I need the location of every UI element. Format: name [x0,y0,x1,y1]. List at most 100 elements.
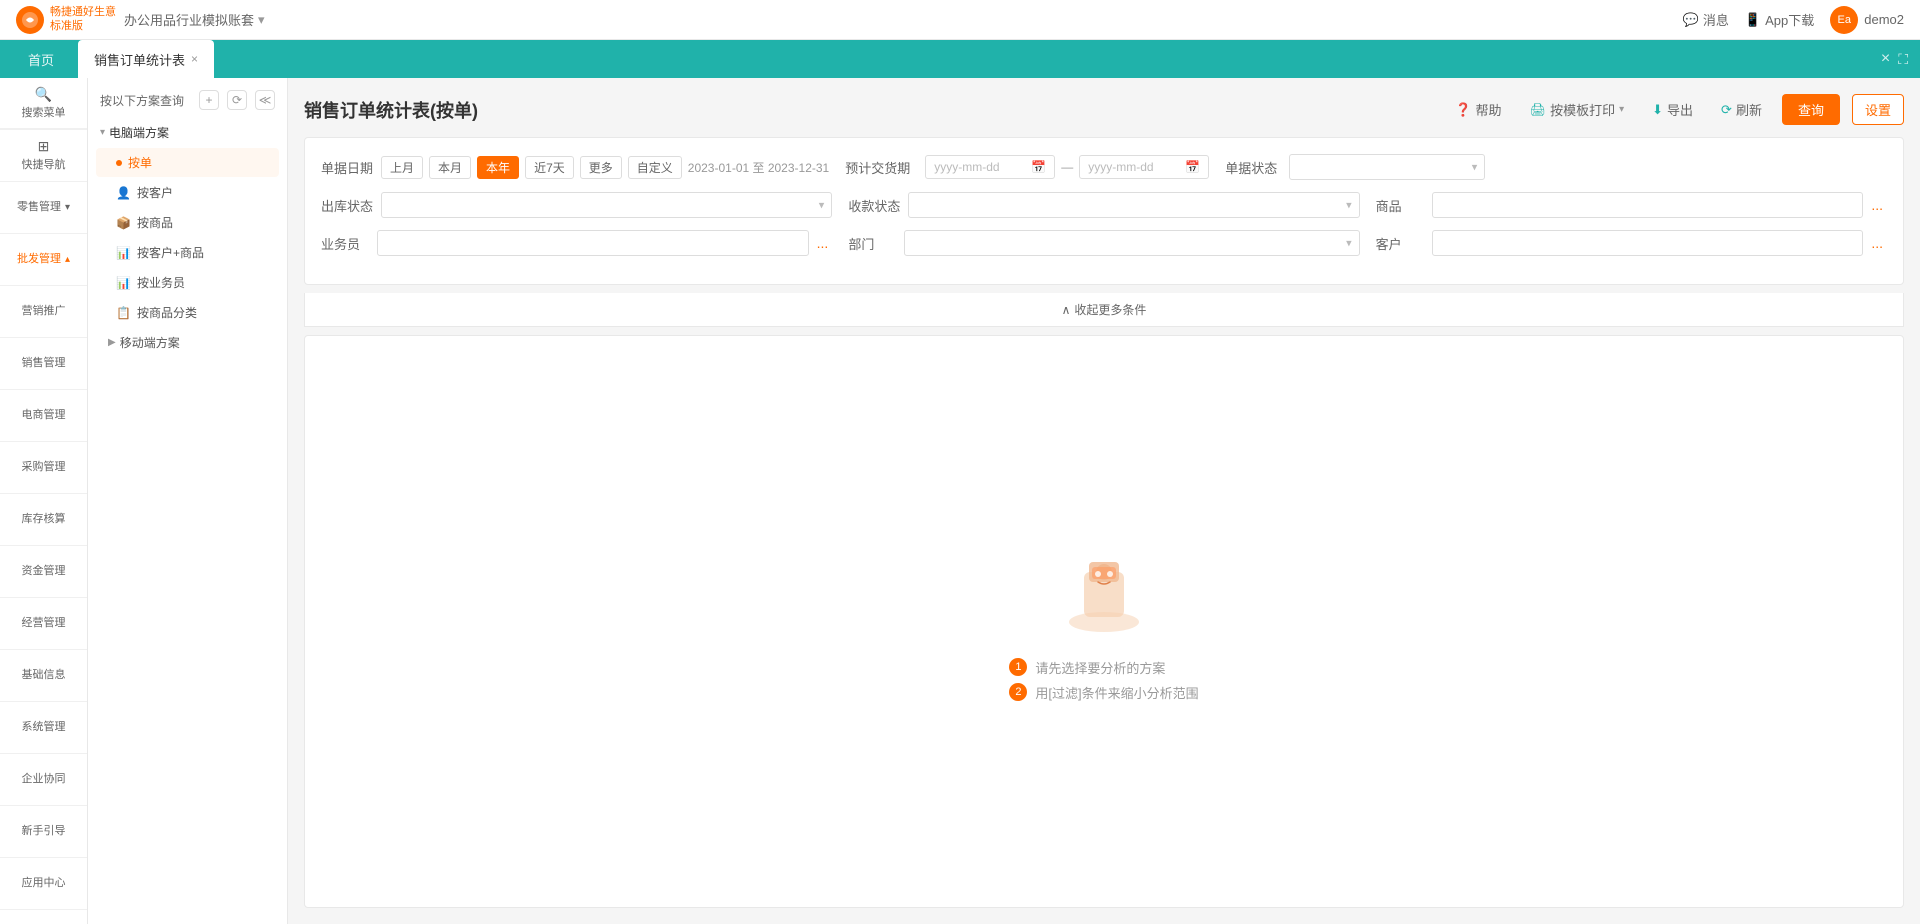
active-dot-icon [116,160,122,166]
ship-status-select[interactable] [381,192,832,218]
header-right: 💬 消息 📱 App下载 Ea demo2 [1683,6,1904,34]
tab-maximize-btn[interactable]: ⛶ [1898,51,1908,68]
tab-bar-right: × ⛶ [1881,50,1920,68]
bill-status-select-wrapper [1289,154,1485,180]
scheme-item-by-sales[interactable]: 📊 按业务员 [96,268,279,297]
empty-state: 1 请先选择要分析的方案 2 用[过滤]条件来缩小分析范围 [304,335,1904,908]
department-select[interactable] [904,230,1359,256]
print-btn[interactable]: 🖨 按模板打印 ▾ [1522,96,1633,123]
logo-icon [16,6,44,34]
export-icon: ⬇ [1652,102,1663,118]
sidebar-item-newbie[interactable]: 新手引导 [0,806,87,858]
tab-minimize-btn[interactable]: × [1881,50,1890,68]
date-btn-this-year[interactable]: 本年 [477,156,519,179]
payment-status-label: 收款状态 [848,196,900,215]
sales-person-dots-btn[interactable]: ... [813,235,833,251]
sales-person-input[interactable] [377,230,809,256]
scheme-add-btn[interactable]: + [199,90,219,110]
product-dots-btn[interactable]: ... [1867,197,1887,213]
filter-ship-status: 出库状态 [321,192,832,218]
query-btn[interactable]: 查询 [1782,94,1840,125]
sidebar-item-wechat[interactable]: 企业微信 [0,910,87,924]
filter-customer: 客户 ... [1376,230,1887,256]
date-end-input[interactable]: yyyy-mm-dd 📅 [1079,155,1209,179]
collapse-up-icon: ∧ [1062,303,1071,317]
page-header: 销售订单统计表(按单) ❓ 帮助 🖨 按模板打印 ▾ ⬇ [304,94,1904,125]
tab-active[interactable]: 销售订单统计表 × [78,40,214,78]
scheme-section-mobile-title[interactable]: ▶ 移动端方案 [96,328,279,357]
scheme-item-by-customer[interactable]: 👤 按客户 [96,178,279,207]
date-range-text: 2023-01-01 至 2023-12-31 [688,159,829,176]
customer-dots-btn[interactable]: ... [1867,235,1887,251]
payment-status-select[interactable] [908,192,1359,218]
help-btn[interactable]: ❓ 帮助 [1447,96,1509,123]
sidebar-item-appstore[interactable]: 应用中心 [0,858,87,910]
date-start-input[interactable]: yyyy-mm-dd 📅 [925,155,1055,179]
content-area: 按以下方案查询 + ⟳ ≪ ▾ 电脑端方案 按单 👤 [88,78,1920,924]
date-btn-more[interactable]: 更多 [580,156,622,179]
collapse-btn[interactable]: ∧ 收起更多条件 [1062,301,1147,318]
scheme-refresh-btn[interactable]: ⟳ [227,90,247,110]
tab-home[interactable]: 首页 [8,40,74,78]
logo-area: 畅捷通好生意 标准版 [16,6,116,34]
date-input-group: yyyy-mm-dd 📅 — yyyy-mm-dd 📅 [925,155,1209,179]
sidebar-item-basics[interactable]: 基础信息 [0,650,87,702]
tip-num-1: 1 [1009,658,1027,676]
customer-input[interactable] [1432,230,1864,256]
filter-sales-person: 业务员 ... [321,230,832,256]
page-actions: ❓ 帮助 🖨 按模板打印 ▾ ⬇ 导出 ⟳ [1447,94,1904,125]
sidebar-item-inventory[interactable]: 库存核算 [0,494,87,546]
date-btn-last-month[interactable]: 上月 [381,156,423,179]
sidebar-item-corp[interactable]: 企业协同 [0,754,87,806]
sidebar-item-operations[interactable]: 经营管理 [0,598,87,650]
scheme-item-by-category[interactable]: 📋 按商品分类 [96,298,279,327]
scheme-item-by-product[interactable]: 📦 按商品 [96,208,279,237]
sidebar-item-purchase[interactable]: 采购管理 [0,442,87,494]
help-icon: ❓ [1455,102,1471,118]
app-download-btn[interactable]: 📱 App下载 [1745,10,1814,29]
filter-row-1: 单据日期 上月 本月 本年 近7天 更多 自定义 2023-01-01 至 20… [321,154,1887,180]
empty-tips: 1 请先选择要分析的方案 2 用[过滤]条件来缩小分析范围 [1009,658,1198,702]
sidebar-item-finance[interactable]: 资金管理 [0,546,87,598]
scheme-section-pc-title[interactable]: ▾ 电脑端方案 [96,118,279,147]
date-btn-this-month[interactable]: 本月 [429,156,471,179]
product-input[interactable] [1432,192,1864,218]
bill-date-label: 单据日期 [321,158,373,177]
sidebar-search[interactable]: 🔍 搜索菜单 [0,78,87,130]
settings-btn[interactable]: 设置 [1852,94,1904,125]
date-btn-last7[interactable]: 近7天 [525,156,574,179]
product-input-group: ... [1432,192,1887,218]
message-icon: 💬 [1683,12,1699,28]
scheme-panel: 按以下方案查询 + ⟳ ≪ ▾ 电脑端方案 按单 👤 [88,78,288,924]
export-btn[interactable]: ⬇ 导出 [1644,96,1701,123]
search-icon: 🔍 [35,86,52,103]
messages-btn[interactable]: 💬 消息 [1683,10,1729,29]
chevron-down-icon: ▾ [65,202,70,213]
sidebar-item-system[interactable]: 系统管理 [0,702,87,754]
sidebar-item-sales[interactable]: 销售管理 [0,338,87,390]
tip-num-2: 2 [1009,683,1027,701]
scheme-collapse-btn[interactable]: ≪ [255,90,275,110]
tab-close-icon[interactable]: × [191,52,198,66]
grid-icon: ⊞ [38,138,50,155]
sidebar: 🔍 搜索菜单 ⊞ 快捷导航 零售管理 ▾ 批发管理 ▴ 营销推广 销售管理 电商… [0,78,88,924]
scheme-item-by-cust-prod[interactable]: 📊 按客户+商品 [96,238,279,267]
chevron-down-icon: ▾ [100,127,105,138]
bill-status-select[interactable] [1289,154,1485,180]
header-dropdown-icon[interactable]: ▾ [258,12,265,28]
sidebar-quick-nav[interactable]: ⊞ 快捷导航 [0,130,87,182]
ship-status-label: 出库状态 [321,196,373,215]
sidebar-item-wholesale[interactable]: 批发管理 ▴ [0,234,87,286]
collapse-row[interactable]: ∧ 收起更多条件 [304,293,1904,327]
sidebar-item-marketing[interactable]: 营销推广 [0,286,87,338]
user-menu[interactable]: Ea demo2 [1830,6,1904,34]
filter-row-2: 出库状态 收款状态 [321,192,1887,218]
avatar: Ea [1830,6,1858,34]
scheme-item-by-order[interactable]: 按单 [96,148,279,177]
empty-tip-2: 2 用[过滤]条件来缩小分析范围 [1009,683,1198,702]
sidebar-item-retail[interactable]: 零售管理 ▾ [0,182,87,234]
sidebar-item-ecommerce[interactable]: 电商管理 [0,390,87,442]
date-btn-custom[interactable]: 自定义 [628,156,682,179]
refresh-btn[interactable]: ⟳ 刷新 [1713,96,1770,123]
product-label: 商品 [1376,196,1424,215]
